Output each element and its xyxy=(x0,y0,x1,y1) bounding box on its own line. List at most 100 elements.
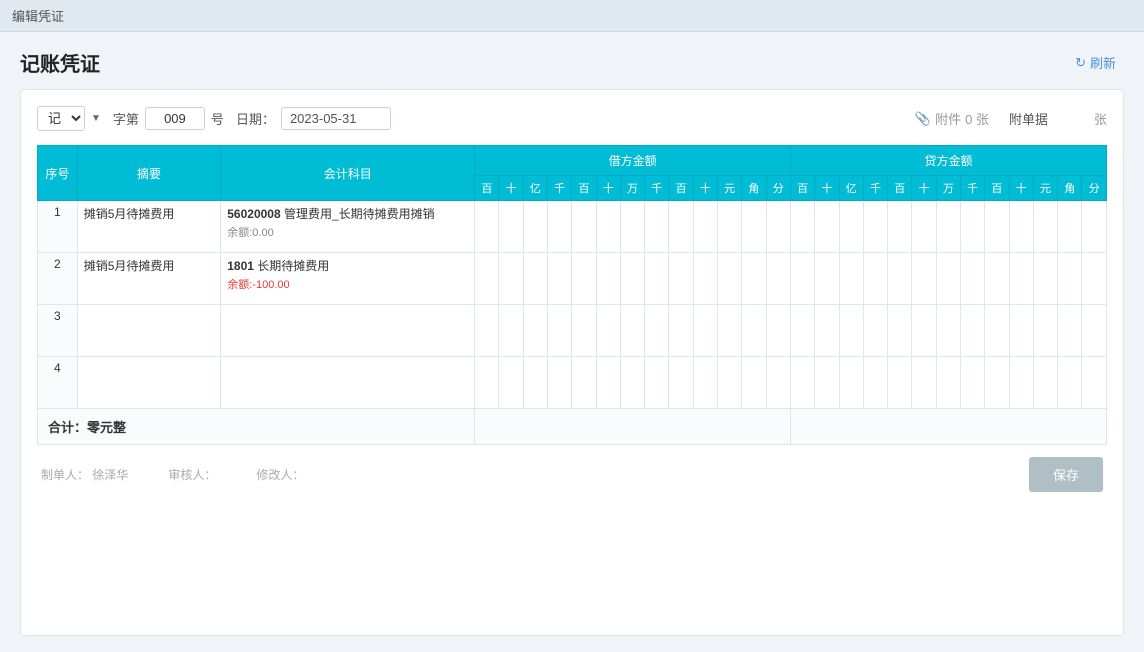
attach-link[interactable]: 📎 附件 0 张 xyxy=(915,109,989,128)
row-3-debit-12[interactable] xyxy=(766,357,790,409)
row-0-debit-3[interactable] xyxy=(548,201,572,253)
row-0-credit-4[interactable] xyxy=(888,201,912,253)
row-2-credit-11[interactable] xyxy=(1058,305,1082,357)
row-0-debit-7[interactable] xyxy=(645,201,669,253)
row-account-2[interactable] xyxy=(221,305,475,357)
row-0-debit-2[interactable] xyxy=(523,201,547,253)
row-2-debit-3[interactable] xyxy=(548,305,572,357)
row-summary-1[interactable]: 摊销5月待摊费用 xyxy=(77,253,221,305)
row-1-credit-6[interactable] xyxy=(936,253,960,305)
row-1-credit-12[interactable] xyxy=(1082,253,1107,305)
row-2-debit-1[interactable] xyxy=(499,305,523,357)
row-1-debit-6[interactable] xyxy=(620,253,644,305)
row-0-credit-3[interactable] xyxy=(863,201,887,253)
row-2-debit-7[interactable] xyxy=(645,305,669,357)
row-1-credit-0[interactable] xyxy=(790,253,814,305)
row-2-debit-8[interactable] xyxy=(669,305,693,357)
row-1-credit-10[interactable] xyxy=(1033,253,1057,305)
row-2-credit-7[interactable] xyxy=(960,305,984,357)
row-1-credit-1[interactable] xyxy=(815,253,839,305)
row-2-debit-6[interactable] xyxy=(620,305,644,357)
row-1-credit-11[interactable] xyxy=(1058,253,1082,305)
row-1-credit-2[interactable] xyxy=(839,253,863,305)
row-2-credit-3[interactable] xyxy=(863,305,887,357)
row-2-debit-12[interactable] xyxy=(766,305,790,357)
row-3-credit-12[interactable] xyxy=(1082,357,1107,409)
row-summary-0[interactable]: 摊销5月待摊费用 xyxy=(77,201,221,253)
date-input[interactable] xyxy=(281,107,391,130)
row-1-debit-0[interactable] xyxy=(475,253,499,305)
row-0-credit-0[interactable] xyxy=(790,201,814,253)
row-2-credit-12[interactable] xyxy=(1082,305,1107,357)
row-0-credit-8[interactable] xyxy=(985,201,1009,253)
row-2-debit-2[interactable] xyxy=(523,305,547,357)
row-0-credit-2[interactable] xyxy=(839,201,863,253)
attach-dan-label[interactable]: 附单据 xyxy=(1009,109,1048,128)
row-1-credit-4[interactable] xyxy=(888,253,912,305)
row-0-debit-6[interactable] xyxy=(620,201,644,253)
row-3-credit-11[interactable] xyxy=(1058,357,1082,409)
row-3-credit-8[interactable] xyxy=(985,357,1009,409)
voucher-number-input[interactable] xyxy=(145,107,205,130)
row-summary-2[interactable] xyxy=(77,305,221,357)
row-0-debit-12[interactable] xyxy=(766,201,790,253)
row-0-credit-9[interactable] xyxy=(1009,201,1033,253)
row-2-credit-6[interactable] xyxy=(936,305,960,357)
refresh-button[interactable]: ↻ 刷新 xyxy=(1067,49,1124,76)
row-3-credit-4[interactable] xyxy=(888,357,912,409)
row-3-debit-5[interactable] xyxy=(596,357,620,409)
row-3-credit-10[interactable] xyxy=(1033,357,1057,409)
row-account-3[interactable] xyxy=(221,357,475,409)
row-0-credit-5[interactable] xyxy=(912,201,936,253)
row-2-credit-10[interactable] xyxy=(1033,305,1057,357)
row-1-credit-3[interactable] xyxy=(863,253,887,305)
voucher-type-select[interactable]: 记 xyxy=(37,106,85,131)
row-0-debit-1[interactable] xyxy=(499,201,523,253)
row-2-credit-2[interactable] xyxy=(839,305,863,357)
row-1-credit-8[interactable] xyxy=(985,253,1009,305)
row-1-debit-7[interactable] xyxy=(645,253,669,305)
row-3-debit-7[interactable] xyxy=(645,357,669,409)
row-1-credit-7[interactable] xyxy=(960,253,984,305)
row-1-credit-9[interactable] xyxy=(1009,253,1033,305)
row-2-debit-4[interactable] xyxy=(572,305,596,357)
row-1-debit-10[interactable] xyxy=(717,253,741,305)
row-0-credit-10[interactable] xyxy=(1033,201,1057,253)
row-account-1[interactable]: 1801 长期待摊费用余额:-100.00 xyxy=(221,253,475,305)
row-3-debit-1[interactable] xyxy=(499,357,523,409)
row-2-debit-0[interactable] xyxy=(475,305,499,357)
row-0-debit-8[interactable] xyxy=(669,201,693,253)
row-1-debit-12[interactable] xyxy=(766,253,790,305)
row-3-credit-1[interactable] xyxy=(815,357,839,409)
row-1-credit-5[interactable] xyxy=(912,253,936,305)
row-0-debit-9[interactable] xyxy=(693,201,717,253)
row-2-credit-5[interactable] xyxy=(912,305,936,357)
row-2-credit-1[interactable] xyxy=(815,305,839,357)
row-3-debit-2[interactable] xyxy=(523,357,547,409)
row-3-debit-8[interactable] xyxy=(669,357,693,409)
row-3-credit-3[interactable] xyxy=(863,357,887,409)
row-3-debit-9[interactable] xyxy=(693,357,717,409)
row-3-debit-6[interactable] xyxy=(620,357,644,409)
row-3-debit-4[interactable] xyxy=(572,357,596,409)
row-account-0[interactable]: 56020008 管理费用_长期待摊费用摊销余额:0.00 xyxy=(221,201,475,253)
row-2-debit-11[interactable] xyxy=(742,305,766,357)
row-1-debit-3[interactable] xyxy=(548,253,572,305)
row-1-debit-8[interactable] xyxy=(669,253,693,305)
row-1-debit-1[interactable] xyxy=(499,253,523,305)
row-0-credit-12[interactable] xyxy=(1082,201,1107,253)
row-1-debit-2[interactable] xyxy=(523,253,547,305)
row-1-debit-4[interactable] xyxy=(572,253,596,305)
row-3-credit-0[interactable] xyxy=(790,357,814,409)
row-0-credit-1[interactable] xyxy=(815,201,839,253)
row-2-debit-5[interactable] xyxy=(596,305,620,357)
row-0-debit-0[interactable] xyxy=(475,201,499,253)
row-3-credit-9[interactable] xyxy=(1009,357,1033,409)
save-button[interactable]: 保存 xyxy=(1029,457,1103,492)
row-1-debit-5[interactable] xyxy=(596,253,620,305)
row-2-debit-9[interactable] xyxy=(693,305,717,357)
row-3-debit-11[interactable] xyxy=(742,357,766,409)
row-1-debit-9[interactable] xyxy=(693,253,717,305)
row-0-credit-11[interactable] xyxy=(1058,201,1082,253)
row-2-debit-10[interactable] xyxy=(717,305,741,357)
